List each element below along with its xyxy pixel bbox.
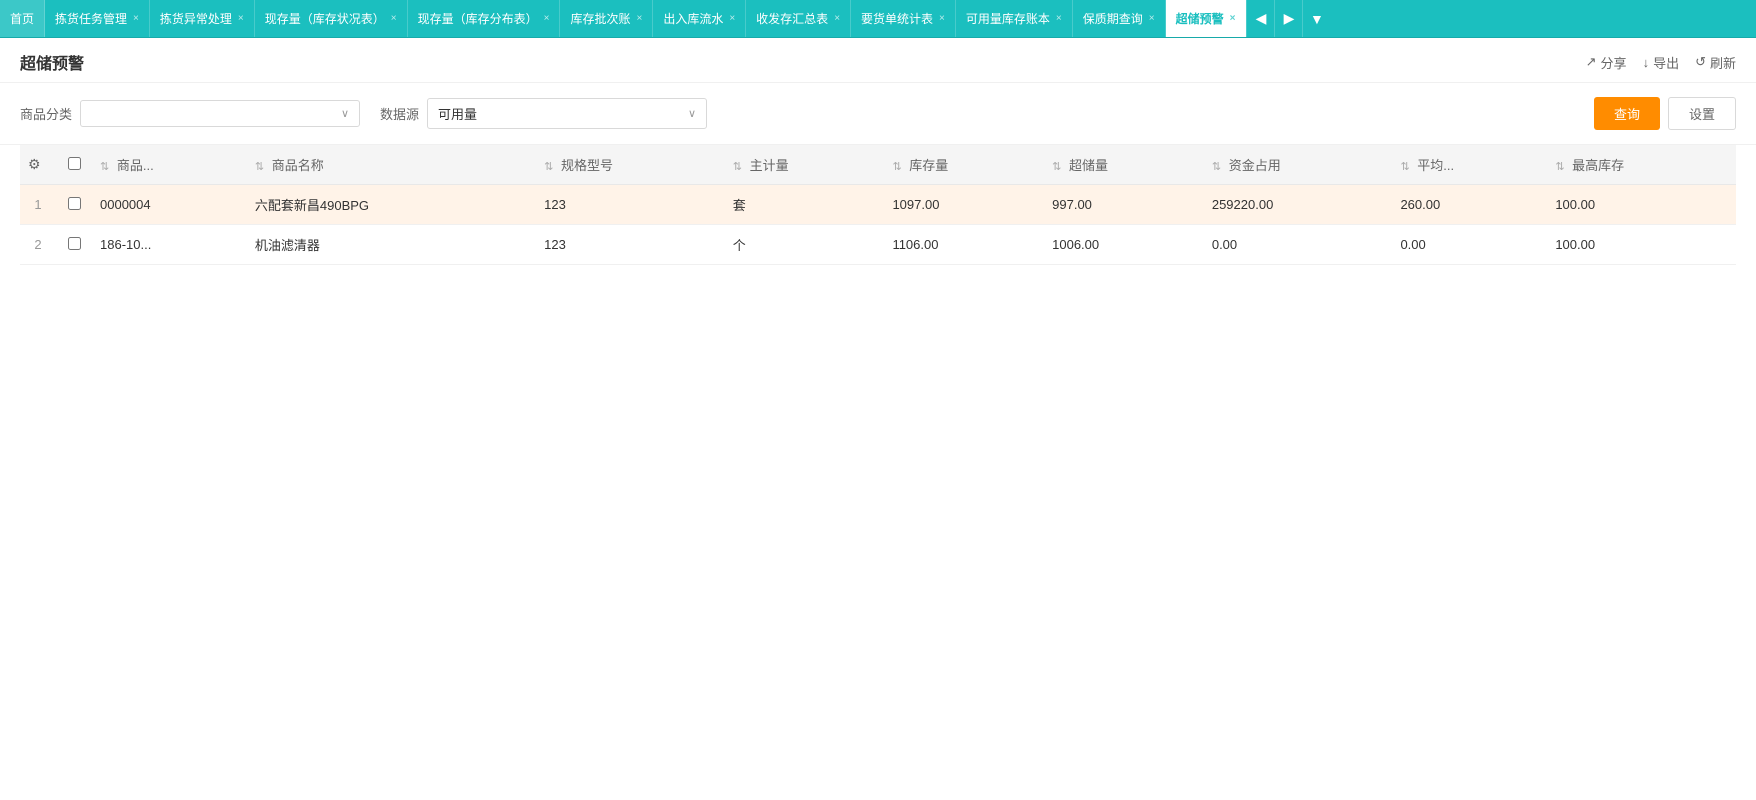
row-checkbox[interactable]	[68, 197, 81, 210]
share-button[interactable]: ↗ 分享	[1586, 53, 1627, 72]
nav-next-button[interactable]: ▶	[1274, 0, 1302, 38]
capital-used: 259220.00	[1204, 185, 1393, 225]
row-number: 2	[20, 225, 56, 265]
th-product-code[interactable]: 商品...	[92, 145, 247, 185]
th-stock[interactable]: 库存量	[884, 145, 1044, 185]
th-product-name[interactable]: 商品名称	[247, 145, 536, 185]
close-icon[interactable]: ×	[636, 13, 642, 24]
nav-tab-task-mgmt[interactable]: 拣货任务管理 ×	[45, 0, 150, 38]
row-checkbox-cell	[56, 225, 92, 265]
spec: 123	[536, 185, 725, 225]
query-button[interactable]: 查询	[1594, 97, 1660, 130]
unit: 个	[725, 225, 885, 265]
export-button[interactable]: ↓ 导出	[1643, 53, 1680, 72]
refresh-button[interactable]: ↺ 刷新	[1695, 53, 1736, 72]
th-checkbox	[56, 145, 92, 185]
table-header-row: ⚙ 商品... 商品名称 规格型号 主计量	[20, 145, 1736, 185]
spec: 123	[536, 225, 725, 265]
th-settings: ⚙	[20, 145, 56, 185]
nav-tab-summary[interactable]: 收发存汇总表 ×	[746, 0, 851, 38]
max-stock: 100.00	[1547, 185, 1736, 225]
category-label: 商品分类	[20, 104, 72, 123]
table-row: 2 186-10... 机油滤清器 123 个 1106.00 1006.00 …	[20, 225, 1736, 265]
filter-actions: 查询 设置	[1594, 97, 1736, 130]
nav-tab-requisition[interactable]: 要货单统计表 ×	[851, 0, 956, 38]
close-icon[interactable]: ×	[238, 13, 244, 24]
avg: 0.00	[1392, 225, 1547, 265]
select-all-checkbox[interactable]	[68, 157, 81, 170]
product-name: 六配套新昌490BPG	[247, 185, 536, 225]
close-icon[interactable]: ×	[1230, 13, 1236, 24]
th-spec[interactable]: 规格型号	[536, 145, 725, 185]
table-container: ⚙ 商品... 商品名称 规格型号 主计量	[0, 145, 1756, 265]
nav-tab-abnormal[interactable]: 拣货异常处理 ×	[150, 0, 255, 38]
chevron-down-icon: ∨	[688, 107, 696, 120]
close-icon[interactable]: ×	[729, 13, 735, 24]
nav-tab-stock-status[interactable]: 现存量（库存状况表） ×	[255, 0, 408, 38]
nav-tab-stock-dist[interactable]: 现存量（库存分布表） ×	[408, 0, 561, 38]
category-select[interactable]: ∨	[80, 100, 360, 127]
datasource-filter: 数据源 可用量 ∨	[380, 98, 707, 129]
th-over-stock[interactable]: 超储量	[1044, 145, 1204, 185]
row-checkbox-cell	[56, 185, 92, 225]
nav-more-button[interactable]: ▼	[1302, 0, 1330, 38]
avg: 260.00	[1392, 185, 1547, 225]
stock: 1106.00	[884, 225, 1044, 265]
chevron-down-icon: ∨	[341, 107, 349, 120]
over-stock: 997.00	[1044, 185, 1204, 225]
refresh-icon: ↺	[1695, 54, 1706, 70]
th-max-stock[interactable]: 最高库存	[1547, 145, 1736, 185]
page-title: 超储预警	[20, 50, 84, 74]
over-stock: 1006.00	[1044, 225, 1204, 265]
share-icon: ↗	[1586, 54, 1597, 70]
max-stock: 100.00	[1547, 225, 1736, 265]
product-code: 0000004	[92, 185, 247, 225]
settings-icon[interactable]: ⚙	[28, 156, 41, 172]
nav-tab-flow[interactable]: 出入库流水 ×	[653, 0, 746, 38]
th-capital-used[interactable]: 资金占用	[1204, 145, 1393, 185]
close-icon[interactable]: ×	[939, 13, 945, 24]
settings-button[interactable]: 设置	[1668, 97, 1736, 130]
close-icon[interactable]: ×	[834, 13, 840, 24]
page-header: 超储预警 ↗ 分享 ↓ 导出 ↺ 刷新	[0, 38, 1756, 83]
product-code: 186-10...	[92, 225, 247, 265]
top-navigation: 首页 拣货任务管理 × 拣货异常处理 × 现存量（库存状况表） × 现存量（库存…	[0, 0, 1756, 38]
th-avg[interactable]: 平均...	[1392, 145, 1547, 185]
page-content: 超储预警 ↗ 分享 ↓ 导出 ↺ 刷新 商品分类 ∨ 数据源	[0, 38, 1756, 800]
row-number: 1	[20, 185, 56, 225]
datasource-value: 可用量	[438, 104, 477, 123]
stock: 1097.00	[884, 185, 1044, 225]
close-icon[interactable]: ×	[391, 13, 397, 24]
nav-tab-batch[interactable]: 库存批次账 ×	[560, 0, 653, 38]
close-icon[interactable]: ×	[1149, 13, 1155, 24]
category-filter: 商品分类 ∨	[20, 100, 360, 127]
nav-tab-overstock[interactable]: 超储预警 ×	[1166, 0, 1247, 38]
row-checkbox[interactable]	[68, 237, 81, 250]
table-row: 1 0000004 六配套新昌490BPG 123 套 1097.00 997.…	[20, 185, 1736, 225]
filter-area: 商品分类 ∨ 数据源 可用量 ∨ 查询 设置	[0, 83, 1756, 145]
unit: 套	[725, 185, 885, 225]
th-unit[interactable]: 主计量	[725, 145, 885, 185]
nav-tab-expiry[interactable]: 保质期查询 ×	[1073, 0, 1166, 38]
data-table: ⚙ 商品... 商品名称 规格型号 主计量	[20, 145, 1736, 265]
header-actions: ↗ 分享 ↓ 导出 ↺ 刷新	[1586, 53, 1736, 72]
nav-tab-available[interactable]: 可用量库存账本 ×	[956, 0, 1073, 38]
close-icon[interactable]: ×	[544, 13, 550, 24]
capital-used: 0.00	[1204, 225, 1393, 265]
nav-prev-button[interactable]: ◀	[1246, 0, 1274, 38]
nav-tab-home[interactable]: 首页	[0, 0, 45, 38]
close-icon[interactable]: ×	[1056, 13, 1062, 24]
product-name: 机油滤清器	[247, 225, 536, 265]
datasource-label: 数据源	[380, 104, 419, 123]
export-icon: ↓	[1643, 55, 1650, 70]
datasource-select[interactable]: 可用量 ∨	[427, 98, 707, 129]
close-icon[interactable]: ×	[133, 13, 139, 24]
